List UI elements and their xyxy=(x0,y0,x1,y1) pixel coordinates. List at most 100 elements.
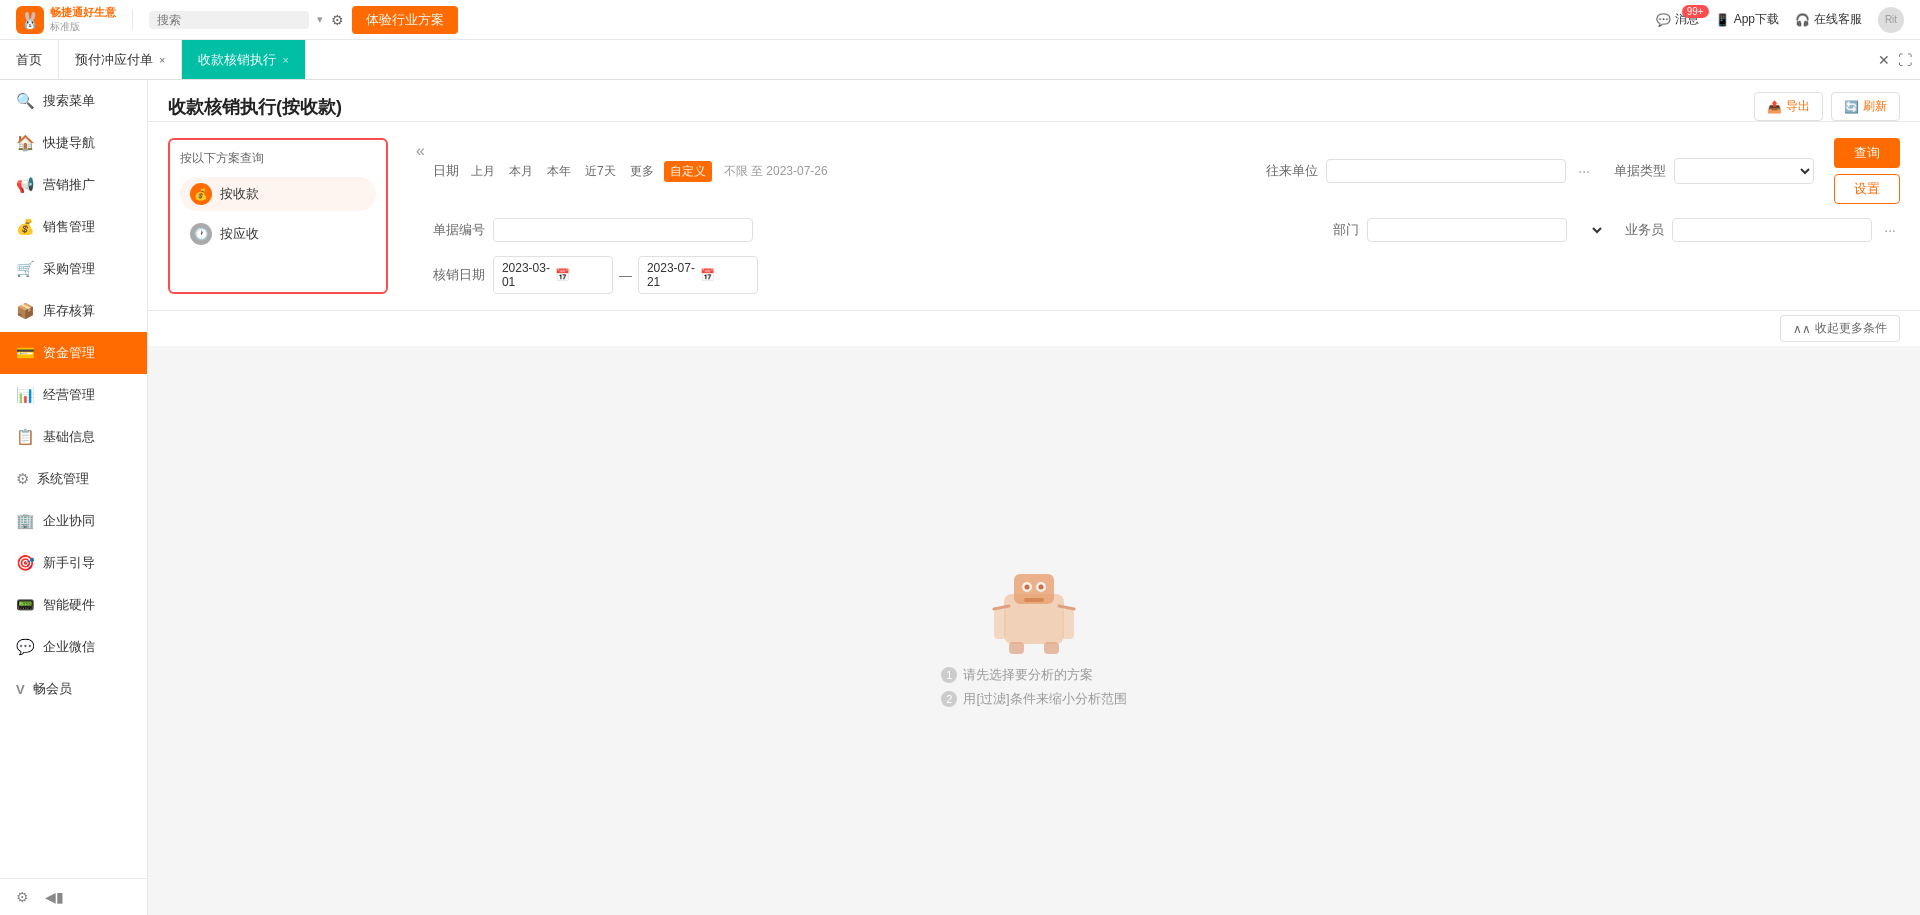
staff-field: 业务员 ··· xyxy=(1625,218,1900,242)
staff-label: 业务员 xyxy=(1625,221,1664,239)
query-button[interactable]: 查询 xyxy=(1834,138,1900,168)
tab-home[interactable]: 首页 xyxy=(0,40,59,79)
doc-no-input[interactable] xyxy=(493,218,753,242)
sidebar-item-inventory[interactable]: 📦 库存核算 xyxy=(0,290,147,332)
sidebar-item-finance[interactable]: 💳 资金管理 xyxy=(0,332,147,374)
empty-illustration xyxy=(974,554,1094,654)
date-tabs: 上月 本月 本年 近7天 更多 自定义 xyxy=(467,161,712,182)
top-header: 🐰 畅捷通好生意 标准版 ▾ ⚙ 体验行业方案 💬 消息 99+ 📱 App下载… xyxy=(0,0,1920,40)
collapse-sidebar-icon[interactable]: ◀▮ xyxy=(45,889,64,905)
verify-date-from-input[interactable]: 2023-03-01 📅 xyxy=(493,256,613,294)
finance-icon: 💳 xyxy=(16,344,35,362)
filter-row-1: 日期 上月 本月 本年 近7天 更多 自定义 不限 至 2023- xyxy=(433,138,1900,204)
brand-text: 畅捷通好生意 标准版 xyxy=(50,5,116,34)
partner-dots[interactable]: ··· xyxy=(1574,161,1594,181)
quick-nav-icon: 🏠 xyxy=(16,134,35,152)
filter-row-2: 单据编号 部门 业务员 ··· xyxy=(433,218,1900,242)
svg-text:🐰: 🐰 xyxy=(20,11,40,30)
verify-date-to-input[interactable]: 2023-07-21 📅 xyxy=(638,256,758,294)
setting-button[interactable]: 设置 xyxy=(1834,174,1900,204)
message-area[interactable]: 💬 消息 99+ xyxy=(1656,11,1699,28)
sidebar-item-basic-info[interactable]: 📋 基础信息 xyxy=(0,416,147,458)
tip-num-1: 1 xyxy=(941,667,957,683)
sidebar-item-quick-nav[interactable]: 🏠 快捷导航 xyxy=(0,122,147,164)
filter-option-by-receipt[interactable]: 💰 按收款 xyxy=(180,177,376,211)
staff-input[interactable] xyxy=(1672,218,1872,242)
collapse-more-button[interactable]: ∧∧ 收起更多条件 xyxy=(1780,315,1900,342)
collapse-left-button[interactable]: « xyxy=(408,142,433,160)
tab-prepay[interactable]: 预付冲应付单 × xyxy=(59,40,182,79)
date-tab-more[interactable]: 更多 xyxy=(626,161,658,182)
purchase-icon: 🛒 xyxy=(16,260,35,278)
expand-window-icon[interactable]: ⛶ xyxy=(1898,52,1912,68)
dept-select[interactable] xyxy=(1575,218,1605,242)
sidebar-item-enterprise[interactable]: 🏢 企业协同 xyxy=(0,500,147,542)
divider xyxy=(132,10,133,30)
svg-rect-9 xyxy=(994,609,1006,639)
partner-input[interactable] xyxy=(1326,159,1566,183)
svg-point-6 xyxy=(1025,584,1030,589)
inventory-icon: 📦 xyxy=(16,302,35,320)
sidebar-item-business[interactable]: 📊 经营管理 xyxy=(0,374,147,416)
chevron-down-icon[interactable]: ▾ xyxy=(317,13,323,26)
system-icon: ⚙ xyxy=(16,470,29,488)
tab-receipt-verify[interactable]: 收款核销执行 × xyxy=(182,40,305,79)
date-no-limit: 不限 至 2023-07-26 xyxy=(724,163,828,180)
header-left: 🐰 畅捷通好生意 标准版 ▾ ⚙ 体验行业方案 xyxy=(16,5,458,34)
hardware-icon: 📟 xyxy=(16,596,35,614)
sidebar-item-search-menu[interactable]: 🔍 搜索菜单 xyxy=(0,80,147,122)
close-icon[interactable]: × xyxy=(159,54,165,66)
doc-type-select[interactable] xyxy=(1674,158,1814,184)
sidebar-bottom: ⚙ ◀▮ xyxy=(0,878,147,915)
settings-bottom-icon[interactable]: ⚙ xyxy=(16,889,29,905)
date-tab-custom[interactable]: 自定义 xyxy=(664,161,712,182)
sidebar-item-guide[interactable]: 🎯 新手引导 xyxy=(0,542,147,584)
empty-state: 1 请先选择要分析的方案 2 用[过滤]条件来缩小分析范围 xyxy=(148,346,1920,915)
enterprise-icon: 🏢 xyxy=(16,512,35,530)
close-icon[interactable]: × xyxy=(282,54,288,66)
sidebar-item-member[interactable]: V 畅会员 xyxy=(0,668,147,710)
dept-input[interactable] xyxy=(1367,218,1567,242)
close-window-icon[interactable]: ✕ xyxy=(1878,52,1890,68)
content-area: 收款核销执行(按收款) 📤 导出 🔄 刷新 按以下方案查询 xyxy=(148,80,1920,915)
dept-field: 部门 xyxy=(1333,218,1605,242)
date-tab-this-year[interactable]: 本年 xyxy=(543,161,575,182)
collapse-up-icon: ∧∧ xyxy=(1793,322,1811,336)
user-area[interactable]: Rit xyxy=(1878,7,1904,33)
date-tab-last-month[interactable]: 上月 xyxy=(467,161,499,182)
search-input[interactable] xyxy=(149,11,309,29)
avatar: Rit xyxy=(1878,7,1904,33)
range-dash: — xyxy=(619,268,632,283)
marketing-icon: 📢 xyxy=(16,176,35,194)
filter-row-3: 核销日期 2023-03-01 📅 — 2023-07-21 📅 xyxy=(433,256,1900,294)
solution-button[interactable]: 体验行业方案 xyxy=(352,6,458,34)
svg-rect-12 xyxy=(1044,642,1059,654)
app-download[interactable]: 📱 App下载 xyxy=(1715,11,1779,28)
sales-icon: 💰 xyxy=(16,218,35,236)
date-tab-this-month[interactable]: 本月 xyxy=(505,161,537,182)
filter-option-by-receivable[interactable]: 🕐 按应收 xyxy=(180,217,376,251)
sidebar-item-purchase[interactable]: 🛒 采购管理 xyxy=(0,248,147,290)
sidebar-item-system[interactable]: ⚙ 系统管理 xyxy=(0,458,147,500)
refresh-button[interactable]: 🔄 刷新 xyxy=(1831,92,1900,121)
online-service[interactable]: 🎧 在线客服 xyxy=(1795,11,1862,28)
refresh-icon: 🔄 xyxy=(1844,100,1859,114)
calendar-to-icon[interactable]: 📅 xyxy=(700,268,749,282)
date-tab-7days[interactable]: 近7天 xyxy=(581,161,620,182)
calendar-from-icon[interactable]: 📅 xyxy=(555,268,604,282)
staff-dots[interactable]: ··· xyxy=(1880,220,1900,240)
page-title-row: 收款核销执行(按收款) 📤 导出 🔄 刷新 xyxy=(168,92,1900,121)
export-icon: 📤 xyxy=(1767,100,1782,114)
export-button[interactable]: 📤 导出 xyxy=(1754,92,1823,121)
sidebar-item-marketing[interactable]: 📢 营销推广 xyxy=(0,164,147,206)
guide-icon: 🎯 xyxy=(16,554,35,572)
doc-type-field: 单据类型 xyxy=(1614,158,1814,184)
date-field: 日期 上月 本月 本年 近7天 更多 自定义 不限 至 2023- xyxy=(433,161,828,182)
filter-panel-title: 按以下方案查询 xyxy=(180,150,376,167)
gear-icon[interactable]: ⚙ xyxy=(331,12,344,28)
sidebar-item-sales[interactable]: 💰 销售管理 xyxy=(0,206,147,248)
sidebar-item-hardware[interactable]: 📟 智能硬件 xyxy=(0,584,147,626)
basic-info-icon: 📋 xyxy=(16,428,35,446)
sidebar-item-wechat[interactable]: 💬 企业微信 xyxy=(0,626,147,668)
svg-rect-8 xyxy=(1024,598,1044,602)
